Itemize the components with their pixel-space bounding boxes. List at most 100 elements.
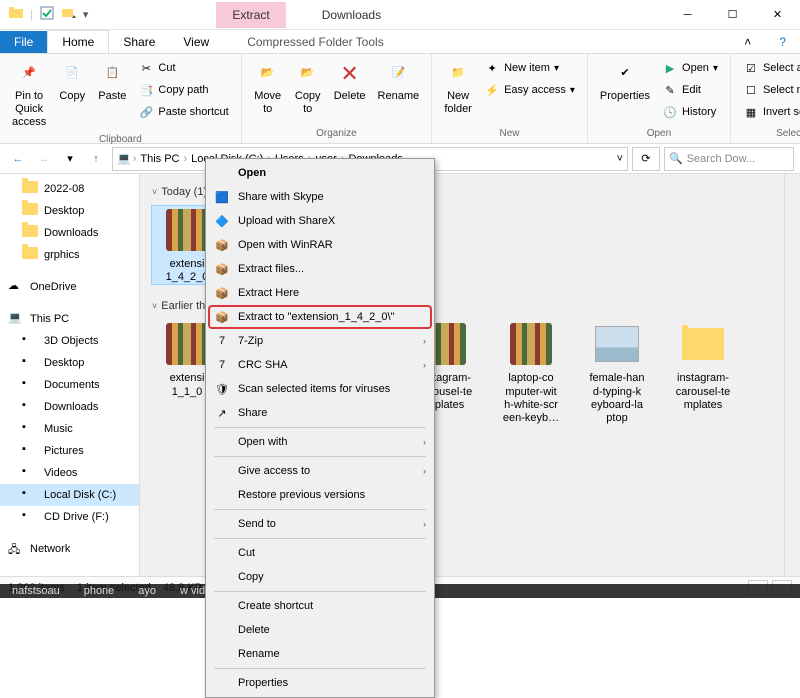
nav-network[interactable]: 🖧Network <box>0 538 139 560</box>
nav-item[interactable]: Desktop <box>0 200 139 222</box>
context-menu-item[interactable]: 77-Zip› <box>208 329 432 353</box>
cut-button[interactable]: ✂Cut <box>134 58 232 78</box>
file-thumb <box>507 320 555 368</box>
group-label-clipboard: Clipboard <box>99 134 142 145</box>
select-all-button[interactable]: ☑Select all <box>739 58 800 78</box>
titlebar: | ▾ Extract Downloads ─ ☐ ✕ <box>0 0 800 30</box>
nav-item[interactable]: ▪Downloads <box>0 396 139 418</box>
shortcut-icon: 🔗 <box>138 104 154 120</box>
pin-icon: 📌 <box>15 60 43 88</box>
open-button[interactable]: ▶Open ▾ <box>658 58 722 78</box>
nav-item[interactable]: ▪3D Objects <box>0 330 139 352</box>
copy-path-button[interactable]: 📑Copy path <box>134 80 232 100</box>
context-menu-item[interactable]: Open <box>208 161 432 185</box>
move-to-button[interactable]: 📂Move to <box>250 58 286 118</box>
context-menu-item[interactable]: 📦Extract files... <box>208 257 432 281</box>
context-menu-item[interactable]: ↗Share <box>208 401 432 425</box>
invert-selection-button[interactable]: ▦Invert selection <box>739 102 800 122</box>
nav-thispc[interactable]: 💻This PC <box>0 308 139 330</box>
easy-access-button[interactable]: ⚡Easy access ▾ <box>480 80 579 100</box>
maximize-button[interactable]: ☐ <box>710 0 755 30</box>
help-button[interactable]: ? <box>765 31 800 53</box>
nav-item[interactable]: ▪Local Disk (C:) <box>0 484 139 506</box>
properties-button[interactable]: ✔Properties <box>596 58 654 105</box>
context-menu-item[interactable]: 🛡Scan selected items for viruses <box>208 377 432 401</box>
up-button[interactable]: ↑ <box>84 147 108 171</box>
breadcrumb-dropdown[interactable]: ˅ <box>617 153 623 165</box>
nav-item[interactable]: grphics <box>0 244 139 266</box>
delete-button[interactable]: ✕Delete <box>330 58 370 105</box>
history-button[interactable]: 🕓History <box>658 102 722 122</box>
minimize-button[interactable]: ─ <box>665 0 710 30</box>
context-menu-item[interactable]: Copy <box>208 565 432 589</box>
breadcrumb-seg[interactable]: This PC <box>138 153 181 165</box>
copy-icon: 📄 <box>58 60 86 88</box>
context-menu-item[interactable]: 🔷Upload with ShareX <box>208 209 432 233</box>
context-menu-item[interactable]: 📦Extract to "extension_1_4_2_0\" <box>208 305 432 329</box>
paste-button[interactable]: 📋Paste <box>94 58 130 105</box>
group-label-open: Open <box>647 128 671 139</box>
tab-file[interactable]: File <box>0 31 47 53</box>
nav-item[interactable]: 2022-08 <box>0 178 139 200</box>
file-item[interactable]: laptop-co mputer-wit h-white-scr een-key… <box>496 320 566 425</box>
context-menu-item[interactable]: Properties <box>208 671 432 695</box>
drive-icon: ▪ <box>22 487 38 503</box>
nav-item[interactable]: ▪CD Drive (F:) <box>0 506 139 528</box>
ribbon-collapse[interactable]: ˄ <box>730 31 765 53</box>
tab-compressed-tools[interactable]: Compressed Folder Tools <box>233 31 398 53</box>
extract-contextual-tab[interactable]: Extract <box>216 2 285 28</box>
nav-item[interactable]: ▪Documents <box>0 374 139 396</box>
nav-item[interactable]: ▪Pictures <box>0 440 139 462</box>
refresh-button[interactable]: ⟳ <box>632 147 660 171</box>
folder-icon <box>22 225 38 241</box>
context-menu-item[interactable]: Send to› <box>208 512 432 536</box>
forward-button[interactable]: → <box>32 147 56 171</box>
tab-share[interactable]: Share <box>109 31 169 53</box>
new-item-button[interactable]: ✦New item ▾ <box>480 58 579 78</box>
paste-shortcut-button[interactable]: 🔗Paste shortcut <box>134 102 232 122</box>
7z-icon: 7 <box>214 333 230 349</box>
context-menu-item[interactable]: Restore previous versions <box>208 483 432 507</box>
scrollbar-vertical[interactable] <box>784 174 800 576</box>
rename-button[interactable]: 📝Rename <box>374 58 424 105</box>
copy-to-button[interactable]: 📂Copy to <box>290 58 326 118</box>
tab-home[interactable]: Home <box>47 30 109 53</box>
folder-icon <box>22 203 38 219</box>
pin-quick-access-button[interactable]: 📌Pin to Quick access <box>8 58 50 132</box>
context-menu-item[interactable]: 📦Extract Here <box>208 281 432 305</box>
recent-dropdown[interactable]: ▾ <box>58 147 82 171</box>
select-none-icon: ☐ <box>743 82 759 98</box>
tab-view[interactable]: View <box>169 31 223 53</box>
context-menu-item[interactable]: Open with› <box>208 430 432 454</box>
nav-item[interactable]: ▪Videos <box>0 462 139 484</box>
chevron-right-icon: › <box>423 336 426 346</box>
context-menu-item[interactable]: 🟦Share with Skype <box>208 185 432 209</box>
new-folder-button[interactable]: 📁New folder <box>440 58 476 118</box>
edit-button[interactable]: ✎Edit <box>658 80 722 100</box>
copy-button[interactable]: 📄Copy <box>54 58 90 105</box>
nav-item[interactable]: ▪Music <box>0 418 139 440</box>
select-none-button[interactable]: ☐Select none <box>739 80 800 100</box>
context-menu-item[interactable]: Give access to› <box>208 459 432 483</box>
context-menu-item[interactable]: 7CRC SHA› <box>208 353 432 377</box>
drive-icon: ▪ <box>22 421 38 437</box>
context-menu-item[interactable]: Delete <box>208 618 432 642</box>
context-menu-item[interactable]: Rename <box>208 642 432 666</box>
nav-item[interactable]: ▪Desktop <box>0 352 139 374</box>
file-item[interactable]: instagram- carousel-te mplates <box>668 320 738 425</box>
rename-icon: 📝 <box>384 60 412 88</box>
context-menu-item[interactable]: 📦Open with WinRAR <box>208 233 432 257</box>
search-input[interactable]: 🔍 Search Dow... <box>664 147 794 171</box>
file-item[interactable]: female-han d-typing-k eyboard-la ptop <box>582 320 652 425</box>
context-menu-item[interactable]: Cut <box>208 541 432 565</box>
path-icon: 📑 <box>138 82 154 98</box>
navigation-pane[interactable]: 2022-08DesktopDownloadsgrphics ☁OneDrive… <box>0 174 140 576</box>
back-button[interactable]: ← <box>6 147 30 171</box>
close-button[interactable]: ✕ <box>755 0 800 30</box>
folder-dropdown-icon[interactable] <box>61 5 77 24</box>
qat-overflow[interactable]: ▾ <box>83 8 89 21</box>
nav-onedrive[interactable]: ☁OneDrive <box>0 276 139 298</box>
nav-item[interactable]: Downloads <box>0 222 139 244</box>
checkbox-icon[interactable] <box>39 5 55 24</box>
context-menu[interactable]: Open🟦Share with Skype🔷Upload with ShareX… <box>205 158 435 698</box>
